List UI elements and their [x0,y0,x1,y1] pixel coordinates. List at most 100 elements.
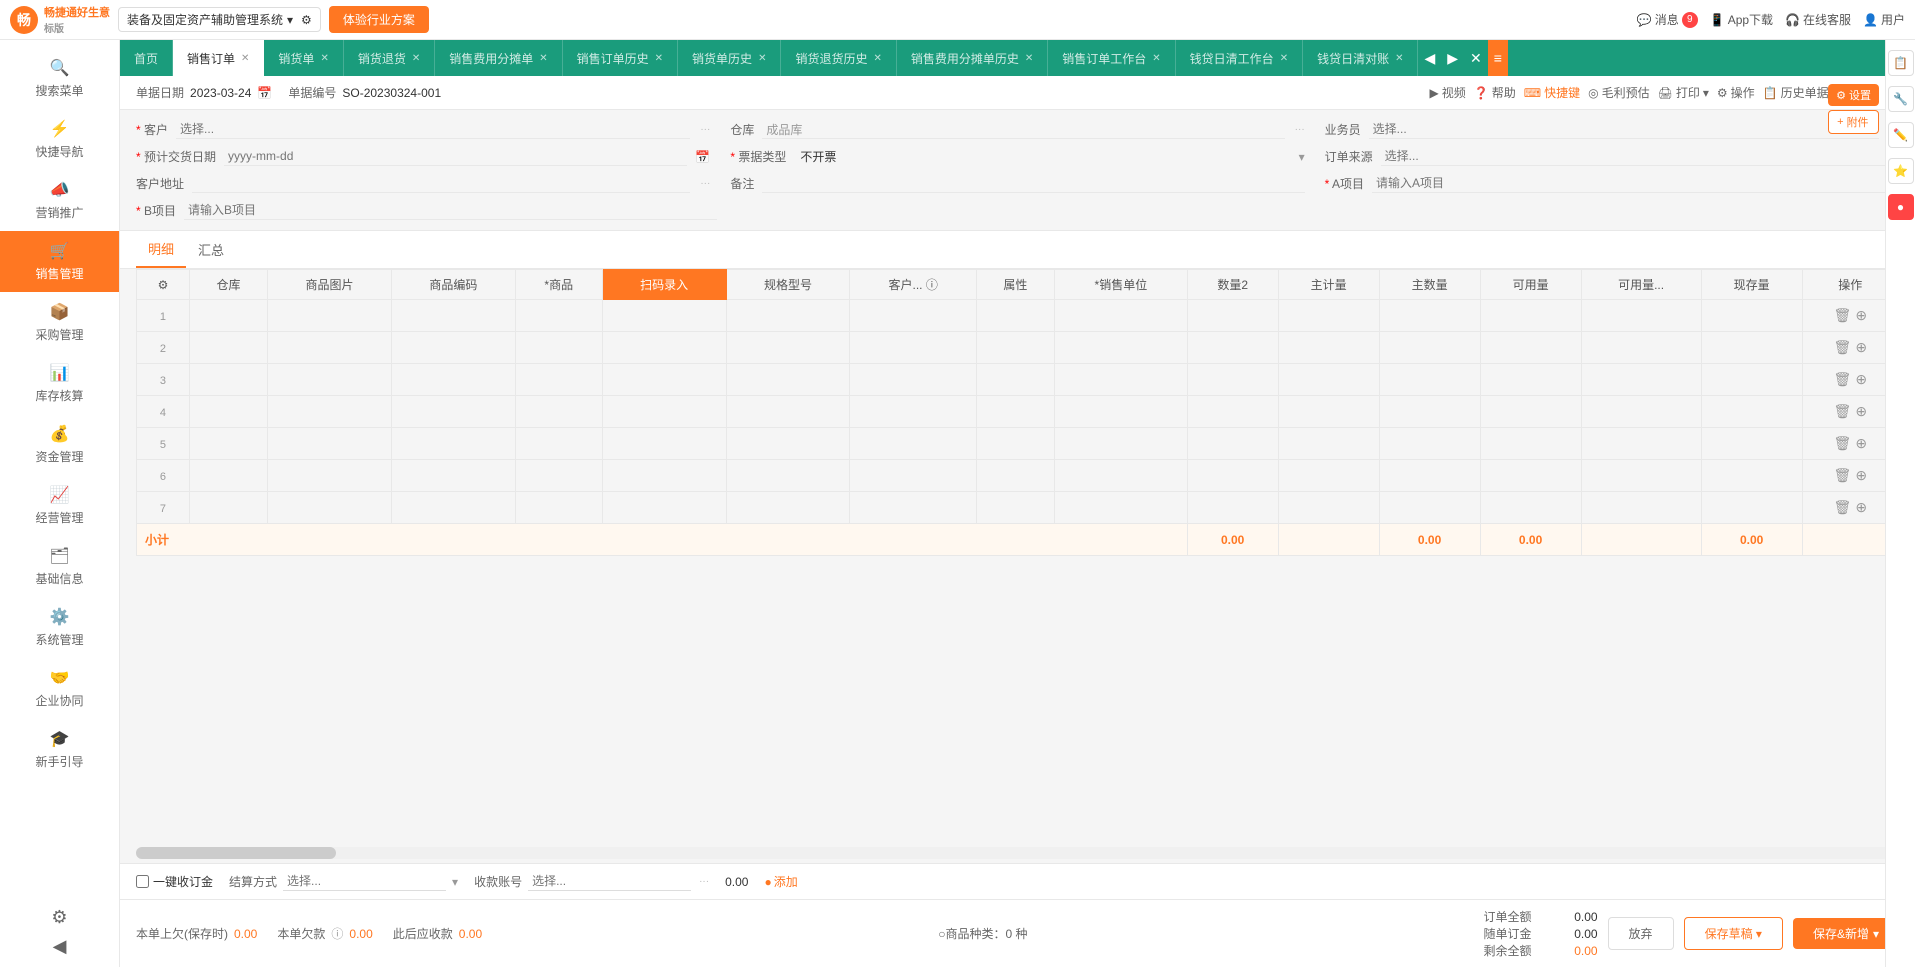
row-delete-4[interactable]: 🗑 [1834,403,1852,420]
invoice-dropdown-icon[interactable]: ▾ [1299,150,1305,164]
row-cell-1-11[interactable] [1278,300,1379,332]
delivery-calendar-icon[interactable]: 📅 [695,150,710,164]
row-cell-5-7[interactable] [850,428,976,460]
row-cell-6-11[interactable] [1278,460,1379,492]
row-cell-1-2[interactable] [268,300,392,332]
one-click-checkbox[interactable] [136,875,149,888]
print-btn[interactable]: 🖨 打印 ▾ [1658,84,1709,101]
row-cell-7-14[interactable] [1581,492,1701,524]
row-cell-5-4[interactable] [515,428,602,460]
row-cell-1-8[interactable] [976,300,1054,332]
row-cell-5-8[interactable] [976,428,1054,460]
row-cell-4-1[interactable] [189,396,267,428]
note-input[interactable] [762,174,1304,193]
row-cell-3-6[interactable] [726,364,850,396]
row-cell-4-2[interactable] [268,396,392,428]
row-cell-1-1[interactable] [189,300,267,332]
right-panel-btn-3[interactable]: ✏️ [1888,122,1914,148]
row-copy-1[interactable]: ⊕ [1855,307,1867,324]
row-cell-2-3[interactable] [391,332,515,364]
row-cell-5-1[interactable] [189,428,267,460]
download-btn[interactable]: 📱 App下载 [1710,11,1773,28]
row-cell-2-14[interactable] [1581,332,1701,364]
row-cell-6-12[interactable] [1379,460,1480,492]
row-cell-7-13[interactable] [1480,492,1581,524]
payment-input[interactable] [283,872,446,891]
row-cell-7-4[interactable] [515,492,602,524]
row-cell-7-8[interactable] [976,492,1054,524]
row-copy-5[interactable]: ⊕ [1855,435,1867,452]
row-cell-1-6[interactable] [726,300,850,332]
row-cell-6-2[interactable] [268,460,392,492]
row-cell-1-10[interactable] [1187,300,1278,332]
save-draft-button[interactable]: 保存草稿 ▾ [1684,917,1783,950]
row-cell-4-14[interactable] [1581,396,1701,428]
row-cell-7-11[interactable] [1278,492,1379,524]
row-cell-4-7[interactable] [850,396,976,428]
sidebar-item-corp[interactable]: 🤝 企业协同 [0,658,119,719]
sidebar-item-search[interactable]: 🔍 搜索菜单 [0,48,119,109]
row-cell-2-2[interactable] [268,332,392,364]
customer-dots[interactable]: ··· [700,124,710,135]
row-cell-4-15[interactable] [1701,396,1802,428]
row-cell-1-13[interactable] [1480,300,1581,332]
tab-return-goods-hist[interactable]: 销货退货历史 ✕ [781,40,896,76]
row-cell-3-15[interactable] [1701,364,1802,396]
row-cell-4-6[interactable] [726,396,850,428]
sidebar-item-marketing[interactable]: 📣 营销推广 [0,170,119,231]
warehouse-input[interactable] [762,120,1284,139]
row-cell-7-15[interactable] [1701,492,1802,524]
row-cell-3-8[interactable] [976,364,1054,396]
sidebar-settings-btn[interactable]: ⚙ [51,907,67,928]
row-cell-1-3[interactable] [391,300,515,332]
row-cell-3-12[interactable] [1379,364,1480,396]
a-project-input[interactable] [1372,174,1899,193]
system-selector[interactable]: 装备及固定资产辅助管理系统 ▾ ⚙ [118,7,321,32]
discard-button[interactable]: 放弃 [1608,917,1674,950]
row-cell-6-15[interactable] [1701,460,1802,492]
row-cell-7-2[interactable] [268,492,392,524]
row-cell-1-12[interactable] [1379,300,1480,332]
attach-float-btn[interactable]: + 附件 [1828,110,1879,134]
row-cell-5-6[interactable] [726,428,850,460]
row-cell-4-10[interactable] [1187,396,1278,428]
tab-home[interactable]: 首页 [120,40,173,76]
sidebar-item-purchase[interactable]: 📦 采购管理 [0,292,119,353]
row-cell-3-13[interactable] [1480,364,1581,396]
row-cell-6-14[interactable] [1581,460,1701,492]
row-cell-4-8[interactable] [976,396,1054,428]
row-cell-2-4[interactable] [515,332,602,364]
tab-close-reconcile[interactable]: ✕ [1395,53,1403,64]
row-cell-7-5[interactable] [602,492,726,524]
tab-detail[interactable]: 明细 [136,231,186,268]
row-cell-2-1[interactable] [189,332,267,364]
row-copy-3[interactable]: ⊕ [1855,371,1867,388]
tab-sales-return[interactable]: 销货单 ✕ [264,40,343,76]
row-cell-3-5[interactable] [602,364,726,396]
row-delete-6[interactable]: 🗑 [1834,467,1852,484]
tab-expense-hist[interactable]: 销售费用分摊单历史 ✕ [897,40,1048,76]
tab-close-order-hist[interactable]: ✕ [655,53,663,64]
b-project-input[interactable] [184,201,717,220]
tab-sales-expense[interactable]: 销售费用分摊单 ✕ [435,40,562,76]
sidebar-item-finance[interactable]: 💰 资金管理 [0,414,119,475]
row-cell-7-1[interactable] [189,492,267,524]
salesman-input[interactable] [1369,120,1879,139]
row-cell-5-12[interactable] [1379,428,1480,460]
row-cell-2-15[interactable] [1701,332,1802,364]
row-cell-5-2[interactable] [268,428,392,460]
tab-sales-return-hist[interactable]: 销货单历史 ✕ [678,40,781,76]
tab-summary[interactable]: 汇总 [186,232,236,267]
row-delete-5[interactable]: 🗑 [1834,435,1852,452]
support-btn[interactable]: 🎧 在线客服 [1785,11,1851,28]
sidebar-item-system[interactable]: ⚙️ 系统管理 [0,597,119,658]
row-cell-3-1[interactable] [189,364,267,396]
account-input[interactable] [528,872,691,891]
row-cell-6-13[interactable] [1480,460,1581,492]
tab-prev-btn[interactable]: ◀ [1418,40,1441,76]
sidebar-item-sales[interactable]: 🛒 销售管理 [0,231,119,292]
row-cell-1-4[interactable] [515,300,602,332]
row-cell-7-6[interactable] [726,492,850,524]
table-scrollbar[interactable] [136,847,1899,859]
payment-dropdown[interactable]: ▾ [452,875,458,889]
